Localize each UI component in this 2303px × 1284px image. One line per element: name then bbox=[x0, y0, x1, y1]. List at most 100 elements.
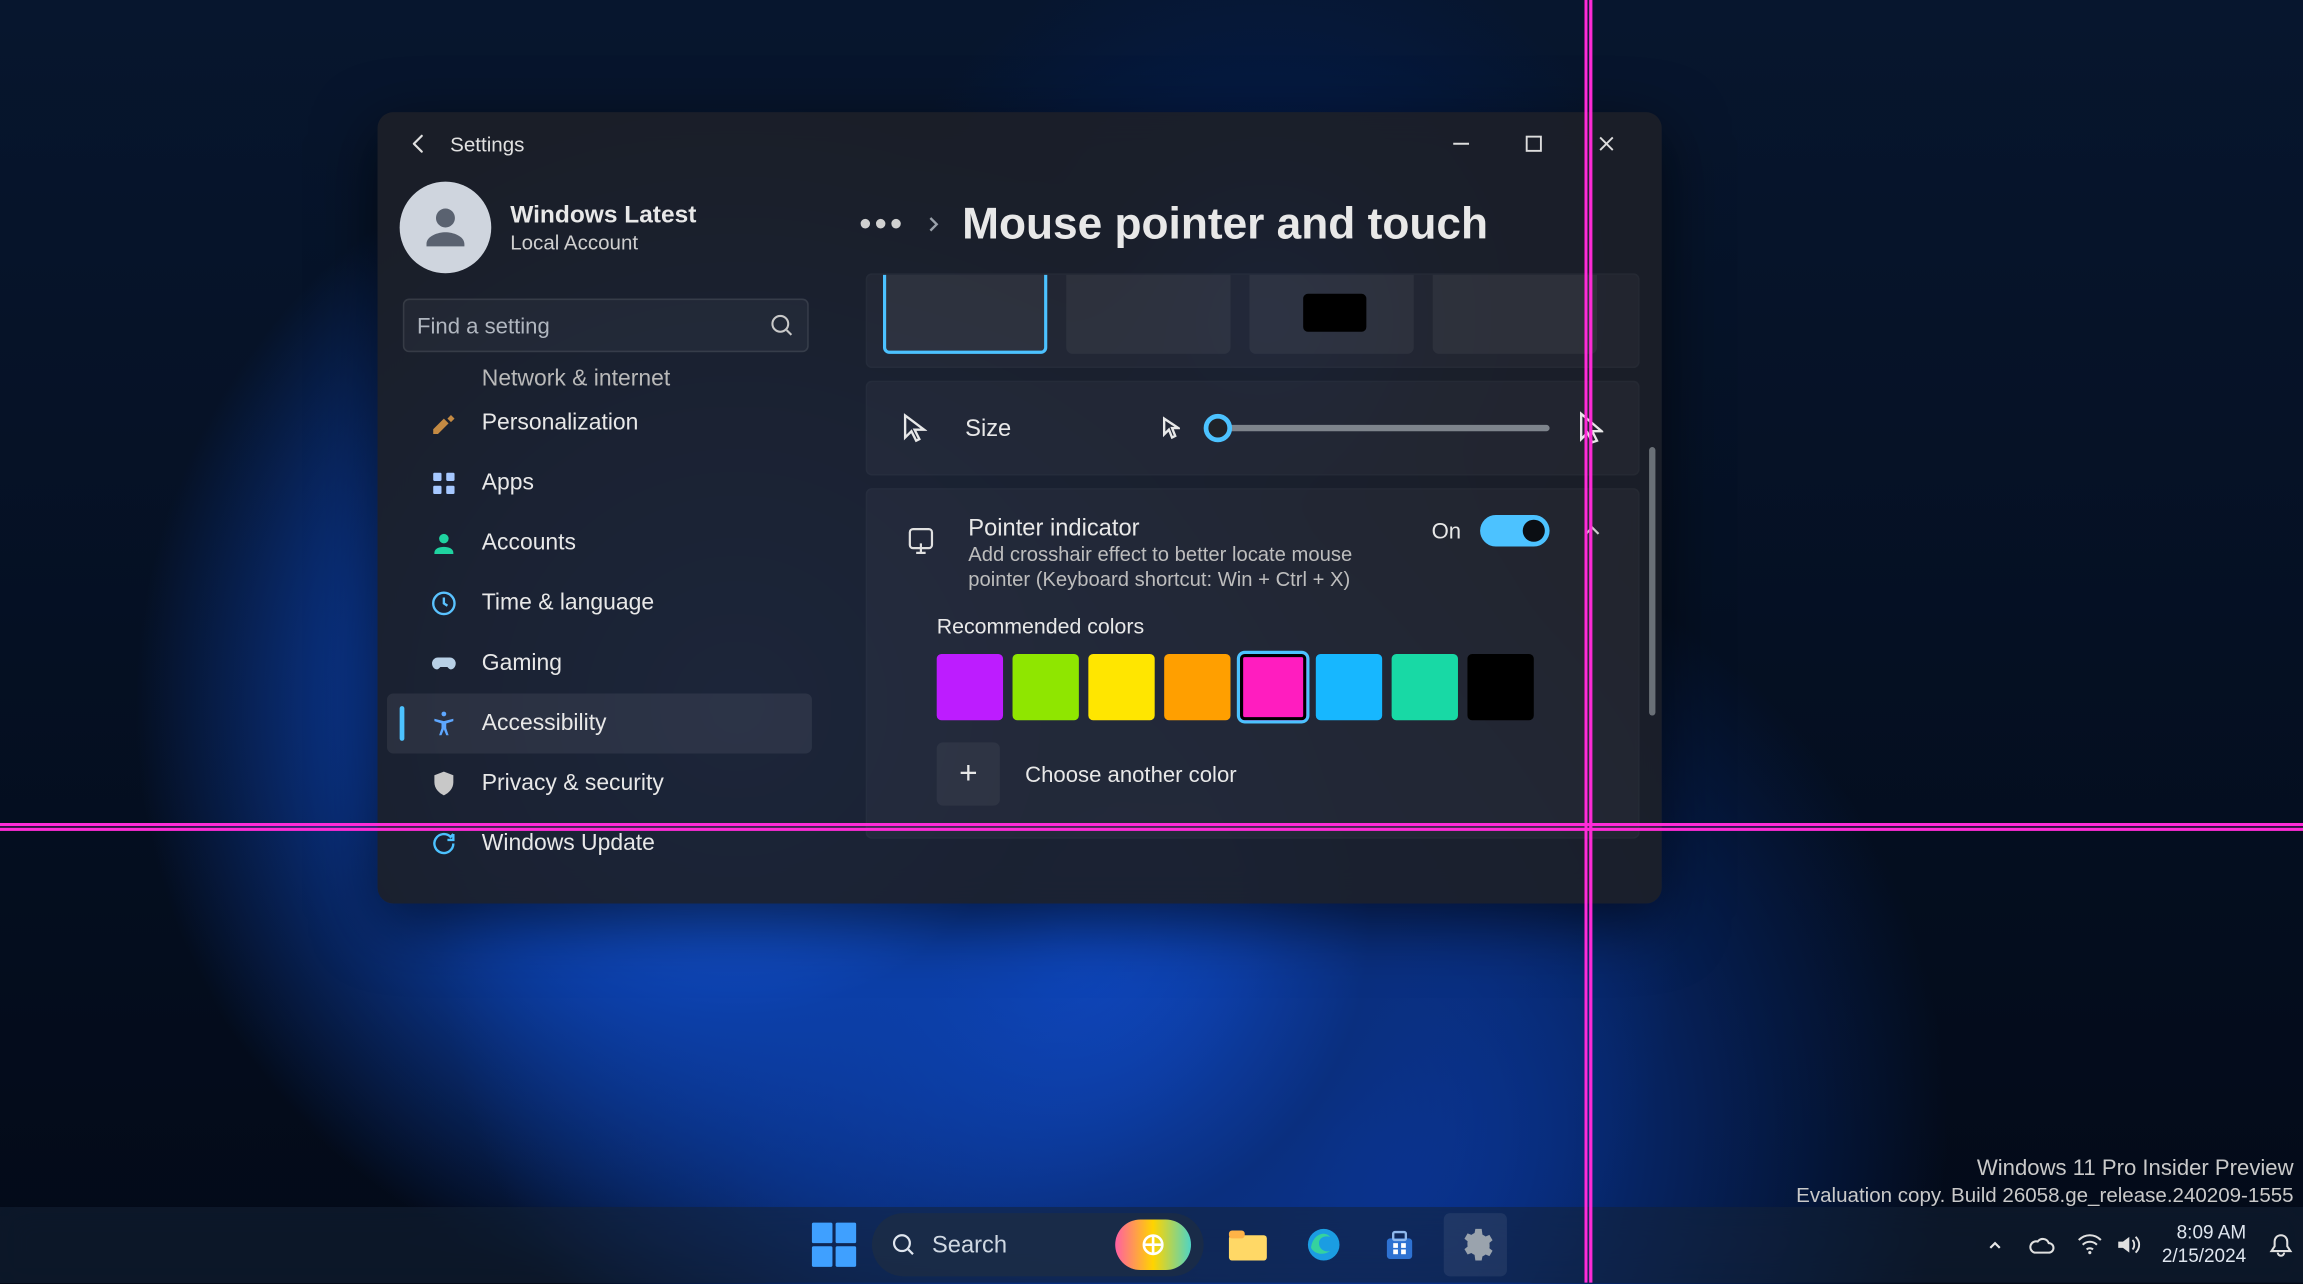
sidebar-item-privacy[interactable]: Privacy & security bbox=[387, 753, 812, 813]
indicator-icon bbox=[902, 521, 940, 559]
nav-label: Accessibility bbox=[482, 711, 607, 736]
color-swatch[interactable] bbox=[1392, 654, 1458, 720]
sidebar-item-time[interactable]: Time & language bbox=[387, 573, 812, 633]
indicator-desc: Add crosshair effect to better locate mo… bbox=[968, 542, 1403, 593]
account-type: Local Account bbox=[510, 230, 696, 254]
pointer-style-custom[interactable] bbox=[1433, 273, 1597, 354]
pointer-style-inverted[interactable] bbox=[1249, 273, 1413, 354]
network-icon bbox=[428, 365, 460, 393]
close-button[interactable] bbox=[1570, 118, 1643, 169]
search-input[interactable] bbox=[417, 313, 769, 338]
indicator-toggle[interactable] bbox=[1480, 515, 1550, 547]
maximize-button[interactable] bbox=[1497, 118, 1570, 169]
small-cursor-icon bbox=[1161, 415, 1180, 440]
pointer-size-card: Size bbox=[866, 381, 1640, 476]
quick-settings[interactable] bbox=[2077, 1234, 2140, 1256]
nav-label: Network & internet bbox=[482, 366, 670, 391]
system-tray: 8:09 AM 2/15/2024 bbox=[1985, 1207, 2294, 1283]
accounts-icon bbox=[428, 528, 460, 560]
nav-label: Gaming bbox=[482, 651, 562, 676]
page-title: Mouse pointer and touch bbox=[962, 199, 1488, 250]
crosshair-v bbox=[1584, 0, 1587, 1283]
indicator-title: Pointer indicator bbox=[968, 515, 1403, 542]
sidebar-item-accessibility[interactable]: Accessibility bbox=[387, 693, 812, 753]
taskbar: Search 8:09 AM 2/15/202 bbox=[0, 1207, 2303, 1283]
back-button[interactable] bbox=[396, 122, 440, 166]
sidebar-search[interactable] bbox=[403, 299, 809, 353]
color-swatch[interactable] bbox=[1240, 654, 1306, 720]
colors-header: Recommended colors bbox=[937, 614, 1569, 638]
pointer-style-black[interactable] bbox=[1066, 273, 1230, 354]
sidebar-item-gaming[interactable]: Gaming bbox=[387, 633, 812, 693]
time-icon bbox=[428, 588, 460, 620]
desktop-watermark: Windows 11 Pro Insider Preview Evaluatio… bbox=[1796, 1153, 2293, 1210]
nav-label: Accounts bbox=[482, 531, 576, 556]
apps-icon bbox=[428, 468, 460, 500]
cursor-icon bbox=[902, 412, 927, 444]
color-swatches bbox=[937, 654, 1569, 720]
notification-icon[interactable] bbox=[2268, 1232, 2293, 1257]
settings-app[interactable] bbox=[1444, 1213, 1507, 1276]
copilot-pill[interactable] bbox=[1115, 1219, 1191, 1270]
sidebar-item-apps[interactable]: Apps bbox=[387, 453, 812, 513]
account-card[interactable]: Windows Latest Local Account bbox=[387, 182, 812, 286]
breadcrumb: ••• Mouse pointer and touch bbox=[866, 175, 1640, 273]
sidebar-item-personalization[interactable]: Personalization bbox=[387, 393, 812, 453]
nav-label: Windows Update bbox=[482, 831, 655, 856]
color-swatch[interactable] bbox=[937, 654, 1003, 720]
edge-app[interactable] bbox=[1292, 1213, 1355, 1276]
crosshair-h bbox=[0, 823, 2303, 826]
nav-list: Network & internet Personalization Apps bbox=[387, 365, 812, 874]
sidebar: Windows Latest Local Account Network & i… bbox=[378, 175, 828, 903]
choose-color-label: Choose another color bbox=[1025, 761, 1236, 786]
color-swatch[interactable] bbox=[1013, 654, 1079, 720]
nav-label: Time & language bbox=[482, 591, 654, 616]
search-icon bbox=[891, 1232, 916, 1257]
account-name: Windows Latest bbox=[510, 201, 696, 229]
gaming-icon bbox=[428, 648, 460, 680]
tray-expand-icon[interactable] bbox=[1985, 1235, 2004, 1254]
crosshair-h bbox=[0, 828, 2303, 831]
start-button[interactable] bbox=[796, 1213, 859, 1276]
wifi-icon bbox=[2077, 1234, 2102, 1256]
nav-label: Personalization bbox=[482, 411, 639, 436]
volume-icon bbox=[2114, 1234, 2139, 1256]
slider-thumb[interactable] bbox=[1204, 414, 1232, 442]
sidebar-item-network[interactable]: Network & internet bbox=[387, 365, 812, 393]
color-swatch[interactable] bbox=[1164, 654, 1230, 720]
clock[interactable]: 8:09 AM 2/15/2024 bbox=[2162, 1221, 2246, 1268]
plus-icon: + bbox=[937, 742, 1000, 805]
size-slider[interactable] bbox=[1161, 411, 1603, 446]
avatar bbox=[400, 182, 492, 274]
sidebar-item-accounts[interactable]: Accounts bbox=[387, 513, 812, 573]
color-swatch[interactable] bbox=[1467, 654, 1533, 720]
pointer-style-card bbox=[866, 273, 1640, 368]
scrollbar[interactable] bbox=[1649, 447, 1655, 716]
title-bar: Settings bbox=[378, 112, 1662, 175]
color-swatch[interactable] bbox=[1316, 654, 1382, 720]
search-icon bbox=[769, 313, 794, 338]
chevron-right-icon bbox=[924, 215, 943, 234]
toggle-state: On bbox=[1432, 518, 1462, 543]
nav-label: Apps bbox=[482, 471, 534, 496]
search-label: Search bbox=[932, 1231, 1007, 1258]
breadcrumb-ellipsis[interactable]: ••• bbox=[859, 204, 905, 245]
color-swatch[interactable] bbox=[1088, 654, 1154, 720]
window-controls bbox=[1425, 118, 1643, 169]
explorer-app[interactable] bbox=[1216, 1213, 1279, 1276]
size-label: Size bbox=[965, 415, 1123, 442]
crosshair-v bbox=[1589, 0, 1592, 1283]
taskbar-search[interactable]: Search bbox=[872, 1213, 1204, 1276]
onedrive-icon[interactable] bbox=[2026, 1234, 2054, 1256]
page-content: ••• Mouse pointer and touch Size bbox=[828, 175, 1662, 903]
minimize-button[interactable] bbox=[1425, 118, 1498, 169]
accessibility-icon bbox=[428, 708, 460, 740]
choose-color-button[interactable]: + Choose another color bbox=[937, 720, 1569, 805]
settings-window: Settings Windows Latest Local Account bbox=[378, 112, 1662, 903]
store-app[interactable] bbox=[1368, 1213, 1431, 1276]
personalization-icon bbox=[428, 408, 460, 440]
app-name: Settings bbox=[450, 132, 524, 156]
pointer-style-white[interactable] bbox=[883, 273, 1047, 354]
slider-track[interactable] bbox=[1208, 425, 1549, 431]
privacy-icon bbox=[428, 768, 460, 800]
